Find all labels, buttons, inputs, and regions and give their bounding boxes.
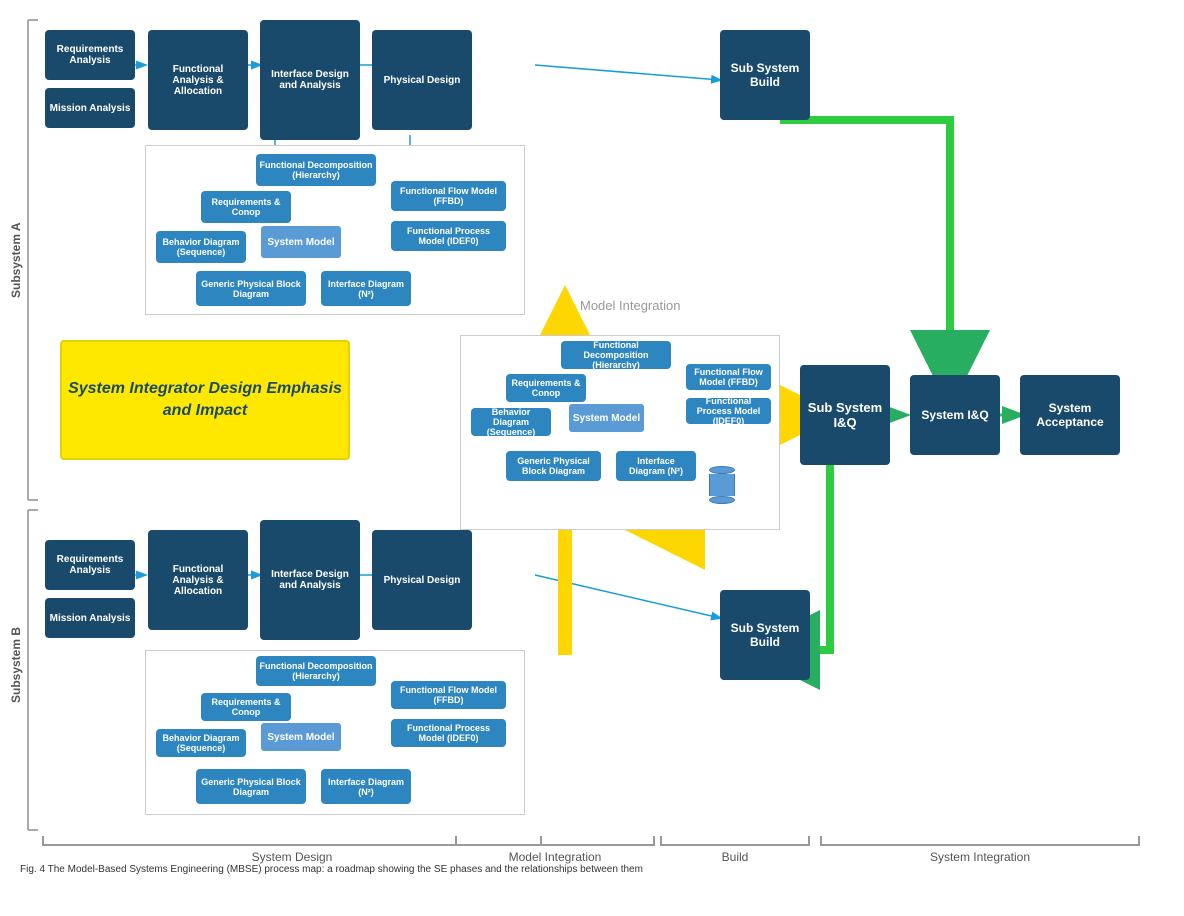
inner-diagram-a: Functional Decomposition (Hierarchy) Fun…	[145, 145, 525, 315]
func-flow-b: Functional Flow Model (FFBD)	[391, 681, 506, 709]
caption: Fig. 4 The Model-Based Systems Engineeri…	[20, 864, 643, 875]
functional-analysis-a: Functional Analysis & Allocation	[148, 30, 248, 130]
inner-diagram-b: Functional Decomposition (Hierarchy) Fun…	[145, 650, 525, 815]
generic-physical-center: Generic Physical Block Diagram	[506, 451, 601, 481]
func-decomp-center: Functional Decomposition (Hierarchy)	[561, 341, 671, 369]
req-conop-b: Requirements & Conop	[201, 693, 291, 721]
behavior-diag-a: Behavior Diagram (Sequence)	[156, 231, 246, 263]
interface-diag-a: Interface Diagram (N²)	[321, 271, 411, 306]
func-process-b: Functional Process Model (IDEF0)	[391, 719, 506, 747]
subsystem-b-label: Subsystem B	[5, 510, 27, 820]
interface-design-b: Interface Design and Analysis	[260, 520, 360, 640]
build-bracket	[660, 836, 810, 846]
system-iq: System I&Q	[910, 375, 1000, 455]
sub-system-build-a: Sub System Build	[720, 30, 810, 120]
model-integration-bottom-label: Model Integration	[455, 850, 655, 864]
system-model-center: System Model	[569, 404, 644, 432]
req-conop-center: Requirements & Conop	[506, 374, 586, 402]
interface-design-a: Interface Design and Analysis	[260, 20, 360, 140]
model-integration-bracket	[455, 836, 655, 846]
system-integration-label: System Integration	[820, 850, 1140, 864]
build-label: Build	[660, 850, 810, 864]
physical-design-b: Physical Design	[372, 530, 472, 630]
mission-analysis-b: Mission Analysis	[45, 598, 135, 638]
yellow-box-text: System Integrator Design Emphasis and Im…	[62, 378, 348, 423]
physical-design-a: Physical Design	[372, 30, 472, 130]
req-analysis-a: Requirements Analysis	[45, 30, 135, 80]
functional-analysis-b: Functional Analysis & Allocation	[148, 530, 248, 630]
center-diagram: Functional Decomposition (Hierarchy) Fun…	[460, 335, 780, 530]
system-model-a: System Model	[261, 226, 341, 258]
mission-analysis-a: Mission Analysis	[45, 88, 135, 128]
generic-physical-a: Generic Physical Block Diagram	[196, 271, 306, 306]
yellow-integrator-box: System Integrator Design Emphasis and Im…	[60, 340, 350, 460]
subsystem-a-label: Subsystem A	[5, 20, 27, 500]
sub-system-iq: Sub System I&Q	[800, 365, 890, 465]
behavior-diag-b: Behavior Diagram (Sequence)	[156, 729, 246, 757]
behavior-diag-center: Behavior Diagram (Sequence)	[471, 408, 551, 436]
req-analysis-b: Requirements Analysis	[45, 540, 135, 590]
func-decomp-b: Functional Decomposition (Hierarchy)	[256, 656, 376, 686]
func-process-center: Functional Process Model (IDEF0)	[686, 398, 771, 424]
system-acceptance: System Acceptance	[1020, 375, 1120, 455]
interface-diag-b: Interface Diagram (N²)	[321, 769, 411, 804]
generic-physical-b: Generic Physical Block Diagram	[196, 769, 306, 804]
func-flow-a: Functional Flow Model (FFBD)	[391, 181, 506, 211]
func-flow-center: Functional Flow Model (FFBD)	[686, 364, 771, 390]
func-process-a: Functional Process Model (IDEF0)	[391, 221, 506, 251]
req-conop-a: Requirements & Conop	[201, 191, 291, 223]
sub-system-build-b: Sub System Build	[720, 590, 810, 680]
system-model-b: System Model	[261, 723, 341, 751]
diagram-container: Subsystem A Subsystem B Requirements Ana…	[0, 0, 1184, 880]
func-decomp-a: Functional Decomposition (Hierarchy)	[256, 154, 376, 186]
model-integration-label: Model Integration	[580, 298, 680, 313]
interface-diag-center: Interface Diagram (N²)	[616, 451, 696, 481]
cylinder-center	[709, 466, 735, 504]
system-integration-bracket	[820, 836, 1140, 846]
